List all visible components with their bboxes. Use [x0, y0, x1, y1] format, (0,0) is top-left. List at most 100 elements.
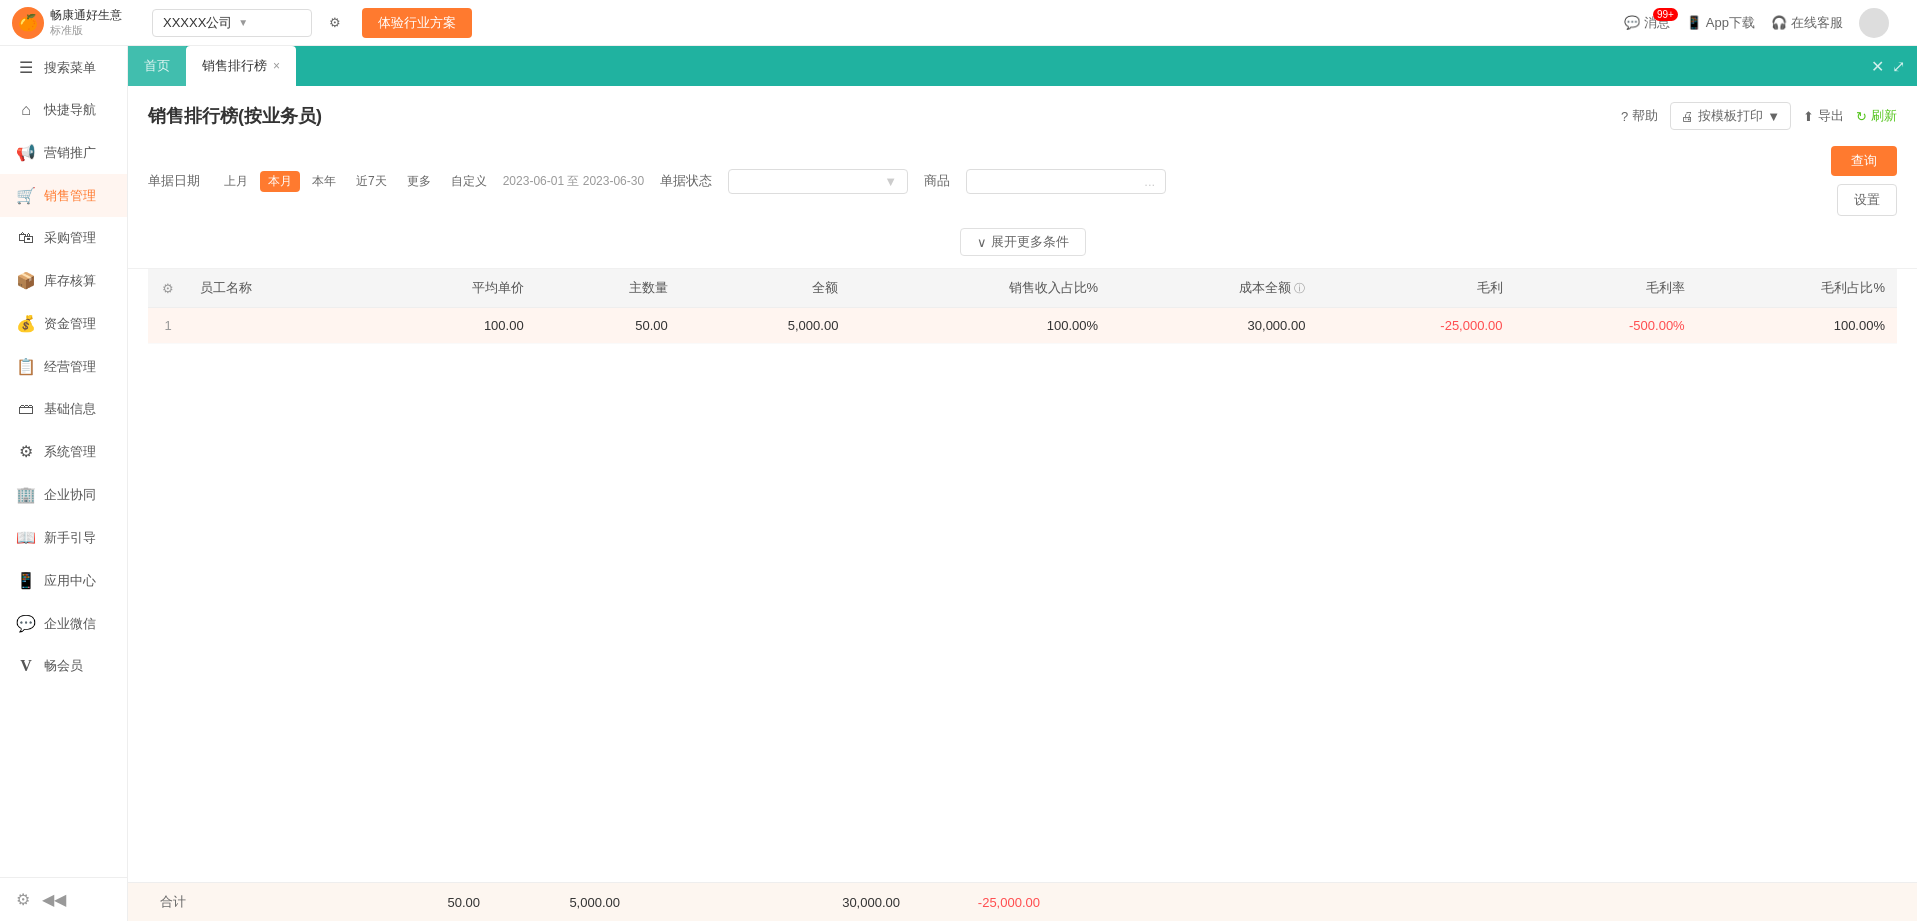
date-pill-7days[interactable]: 近7天 — [348, 171, 395, 192]
export-icon: ⬆ — [1803, 109, 1814, 124]
home-icon: ⌂ — [16, 101, 36, 119]
date-pill-this-month[interactable]: 本月 — [260, 171, 300, 192]
sidebar-label-marketing: 营销推广 — [44, 144, 96, 162]
date-pill-last-month[interactable]: 上月 — [216, 171, 256, 192]
system-icon: ⚙ — [16, 442, 36, 461]
expand-conditions-button[interactable]: ∨ 展开更多条件 — [960, 228, 1086, 256]
goods-ellipsis-icon: ... — [1144, 174, 1155, 189]
sidebar-item-marketing[interactable]: 📢 营销推广 — [0, 131, 127, 174]
help-button[interactable]: ? 帮助 — [1621, 107, 1658, 125]
sidebar-label-guide: 新手引导 — [44, 529, 96, 547]
cell-total: 5,000.00 — [680, 308, 851, 344]
sidebar-item-basic-info[interactable]: 🗃 基础信息 — [0, 388, 127, 430]
refresh-button[interactable]: ↻ 刷新 — [1856, 107, 1897, 125]
collapse-icon[interactable]: ◀◀ — [42, 890, 66, 909]
sidebar-item-search-order[interactable]: ☰ 搜索菜单 — [0, 46, 127, 89]
filter-actions: 查询 设置 — [1831, 146, 1897, 216]
sidebar-item-quick-nav[interactable]: ⌂ 快捷导航 — [0, 89, 127, 131]
sidebar-item-guide[interactable]: 📖 新手引导 — [0, 516, 127, 559]
company-name: XXXXX公司 — [163, 14, 232, 32]
footer-main-qty: 50.00 — [400, 895, 480, 910]
headset-icon: 🎧 — [1771, 15, 1787, 30]
avatar[interactable] — [1859, 8, 1889, 38]
basic-info-icon: 🗃 — [16, 400, 36, 418]
tab-bar-right: ✕ ⤢ — [1871, 57, 1917, 76]
sidebar-item-inventory[interactable]: 📦 库存核算 — [0, 259, 127, 302]
date-range-display: 2023-06-01 至 2023-06-30 — [503, 173, 644, 190]
cell-main-qty: 50.00 — [536, 308, 680, 344]
query-button[interactable]: 查询 — [1831, 146, 1897, 176]
tab-home-label: 首页 — [144, 57, 170, 75]
sidebar-item-operations[interactable]: 📋 经营管理 — [0, 345, 127, 388]
tab-expand-icon[interactable]: ⤢ — [1892, 57, 1905, 76]
col-gross-pct: 毛利占比% — [1697, 269, 1897, 308]
wechat-icon: 💬 — [16, 614, 36, 633]
cell-gross-profit: -25,000.00 — [1317, 308, 1514, 344]
col-gross-margin: 毛利率 — [1515, 269, 1697, 308]
status-select[interactable]: ▼ — [728, 169, 908, 194]
footer-cost-total: 30,000.00 — [800, 895, 900, 910]
finance-icon: 💰 — [16, 314, 36, 333]
sidebar-label-finance: 资金管理 — [44, 315, 96, 333]
sidebar-label-basic-info: 基础信息 — [44, 400, 96, 418]
page-content: 销售排行榜(按业务员) ? 帮助 🖨 按模板打印 ▼ ⬆ — [128, 86, 1917, 921]
date-pill-more[interactable]: 更多 — [399, 171, 439, 192]
col-cost-total: 成本全额 ⓘ — [1110, 269, 1317, 308]
cell-employee-name — [188, 308, 362, 344]
sidebar-label-wechat: 企业微信 — [44, 615, 96, 633]
export-button[interactable]: ⬆ 导出 — [1803, 107, 1844, 125]
sidebar-item-purchase[interactable]: 🛍 采购管理 — [0, 217, 127, 259]
tab-sales-ranking[interactable]: 销售排行榜 × — [186, 46, 296, 86]
sidebar-label-sales: 销售管理 — [44, 187, 96, 205]
trial-button[interactable]: 体验行业方案 — [362, 8, 472, 38]
settings-bottom-icon[interactable]: ⚙ — [16, 890, 30, 909]
column-settings-icon[interactable]: ⚙ — [162, 281, 174, 296]
cell-cost-total: 30,000.00 — [1110, 308, 1317, 344]
gear-button[interactable]: ⚙ — [320, 8, 350, 38]
tab-close-icon[interactable]: × — [273, 59, 280, 73]
member-icon: V — [16, 657, 36, 675]
sales-icon: 🛒 — [16, 186, 36, 205]
message-badge: 99+ — [1653, 8, 1678, 21]
sidebar-item-member[interactable]: V 畅会员 — [0, 645, 127, 687]
sidebar-item-finance[interactable]: 💰 资金管理 — [0, 302, 127, 345]
goods-filter-label: 商品 — [924, 172, 950, 190]
online-service-label: 在线客服 — [1791, 14, 1843, 32]
print-icon: 🖨 — [1681, 109, 1694, 124]
app-download-label: App下载 — [1706, 14, 1755, 32]
settings-button[interactable]: 设置 — [1837, 184, 1897, 216]
sidebar-item-wechat[interactable]: 💬 企业微信 — [0, 602, 127, 645]
expand-arrow-icon: ∨ — [977, 235, 987, 250]
sidebar-item-enterprise[interactable]: 🏢 企业协同 — [0, 473, 127, 516]
cell-avg-price: 100.00 — [362, 308, 536, 344]
goods-select[interactable]: ... — [966, 169, 1166, 194]
sidebar-label-inventory: 库存核算 — [44, 272, 96, 290]
logo-area: 🍊 畅康通好生意 标准版 — [12, 7, 140, 39]
sidebar-item-sales[interactable]: 🛒 销售管理 — [0, 174, 127, 217]
filter-row-1: 单据日期 上月 本月 本年 近7天 更多 自定义 2023-06-01 至 20… — [148, 138, 1897, 224]
message-button[interactable]: 💬 消息 99+ — [1624, 14, 1670, 32]
sidebar-item-apps[interactable]: 📱 应用中心 — [0, 559, 127, 602]
chevron-down-icon: ▼ — [238, 17, 248, 28]
page-actions: ? 帮助 🖨 按模板打印 ▼ ⬆ 导出 ↻ — [1621, 102, 1897, 130]
sidebar-label-system: 系统管理 — [44, 443, 96, 461]
tab-home[interactable]: 首页 — [128, 46, 186, 86]
print-dropdown-icon: ▼ — [1767, 109, 1780, 124]
col-settings: ⚙ — [148, 269, 188, 308]
enterprise-icon: 🏢 — [16, 485, 36, 504]
tab-close-window-icon[interactable]: ✕ — [1871, 57, 1884, 76]
cost-total-info-icon[interactable]: ⓘ — [1294, 282, 1305, 294]
table-footer: 合计 50.00 5,000.00 30,000.00 -25,000.00 — [128, 882, 1917, 921]
message-icon: 💬 — [1624, 15, 1640, 30]
date-pill-this-year[interactable]: 本年 — [304, 171, 344, 192]
app-download-button[interactable]: 📱 App下载 — [1686, 14, 1755, 32]
template-print-button[interactable]: 🖨 按模板打印 ▼ — [1670, 102, 1791, 130]
date-pill-custom[interactable]: 自定义 — [443, 171, 495, 192]
status-filter-label: 单据状态 — [660, 172, 712, 190]
sidebar-item-system[interactable]: ⚙ 系统管理 — [0, 430, 127, 473]
page-header: 销售排行榜(按业务员) ? 帮助 🖨 按模板打印 ▼ ⬆ — [128, 86, 1917, 138]
footer-total: 5,000.00 — [520, 895, 620, 910]
company-selector[interactable]: XXXXX公司 ▼ — [152, 9, 312, 37]
online-service-button[interactable]: 🎧 在线客服 — [1771, 14, 1843, 32]
sales-ranking-table: ⚙ 员工名称 平均单价 主数量 全额 销售收入占比% 成本全额 ⓘ 毛利 毛利率… — [148, 269, 1897, 344]
